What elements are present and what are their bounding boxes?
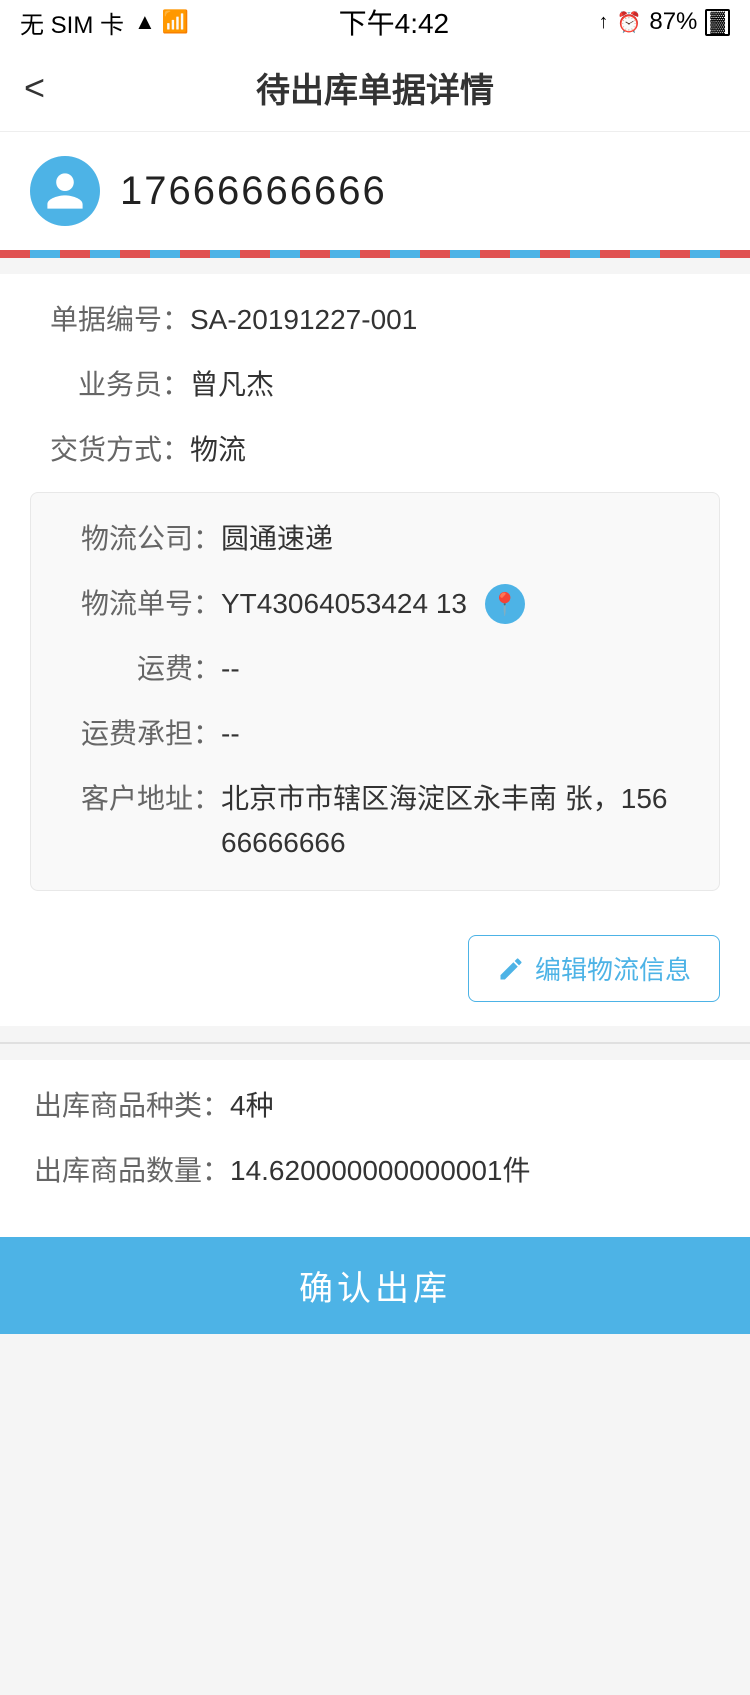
goods-type-value: 4种 — [230, 1084, 720, 1129]
freight-bearer-label: 运费承担： — [61, 712, 221, 757]
freight-value: -- — [221, 647, 689, 692]
salesperson-row: 业务员： 曾凡杰 — [30, 363, 720, 408]
logistics-tracking-label: 物流单号： — [61, 582, 221, 627]
goods-type-label: 出库商品种类： — [30, 1084, 230, 1129]
logistics-company-value: 圆通速递 — [221, 517, 689, 562]
freight-bearer-value: -- — [221, 712, 689, 757]
location-icon: ↑ — [598, 11, 608, 34]
alarm-icon: ⏰ — [616, 10, 641, 35]
goods-qty-row: 出库商品数量： 14.620000000000001件 — [30, 1149, 720, 1194]
doc-number-row: 单据编号： SA-20191227-001 — [30, 298, 720, 343]
freight-row: 运费： -- — [61, 647, 689, 692]
user-phone: 17666666666 — [120, 169, 387, 214]
edit-logistics-button[interactable]: 编辑物流信息 — [468, 935, 720, 1002]
avatar — [30, 156, 100, 226]
status-left: 无 SIM 卡 ▲ 📶 — [20, 5, 189, 40]
page-title: 待出库单据详情 — [256, 63, 494, 112]
edit-icon — [497, 955, 525, 983]
logistics-company-row: 物流公司： 圆通速递 — [61, 517, 689, 562]
user-header: 17666666666 — [0, 132, 750, 250]
address-label: 客户地址： — [61, 777, 221, 822]
battery-icon: ▓ — [705, 9, 730, 36]
time-display: 下午4:42 — [339, 2, 450, 42]
logistics-section: 物流公司： 圆通速递 物流单号： YT43064053424 13 运费： --… — [30, 492, 720, 891]
logistics-company-label: 物流公司： — [61, 517, 221, 562]
location-pin-icon[interactable] — [485, 584, 525, 624]
status-right: ↑ ⏰ 87% ▓ — [598, 8, 730, 36]
section-divider — [0, 1042, 750, 1044]
status-bar: 无 SIM 卡 ▲ 📶 下午4:42 ↑ ⏰ 87% ▓ — [0, 0, 750, 44]
goods-qty-label: 出库商品数量： — [30, 1149, 230, 1194]
confirm-button[interactable]: 确认出库 — [24, 1261, 726, 1310]
wifi-icon: ▲ 📶 — [134, 9, 189, 35]
nav-bar: < 待出库单据详情 — [0, 44, 750, 132]
freight-bearer-row: 运费承担： -- — [61, 712, 689, 757]
edit-logistics-area: 编辑物流信息 — [0, 915, 750, 1026]
delivery-label: 交货方式： — [30, 428, 190, 473]
battery-label: 87% — [649, 8, 697, 36]
user-icon — [43, 169, 87, 213]
address-row: 客户地址： 北京市市辖区海淀区永丰南 张，156 66666666 — [61, 777, 689, 867]
sim-label: 无 SIM 卡 — [20, 5, 124, 40]
delivery-row: 交货方式： 物流 — [30, 428, 720, 473]
dashed-divider — [0, 250, 750, 258]
goods-section: 出库商品种类： 4种 出库商品数量： 14.620000000000001件 — [0, 1060, 750, 1218]
logistics-tracking-value: YT43064053424 13 — [221, 582, 689, 627]
address-value: 北京市市辖区海淀区永丰南 张，156 66666666 — [221, 777, 689, 867]
goods-type-row: 出库商品种类： 4种 — [30, 1084, 720, 1129]
delivery-value: 物流 — [190, 428, 720, 473]
freight-label: 运费： — [61, 647, 221, 692]
confirm-area: 确认出库 — [0, 1237, 750, 1334]
salesperson-label: 业务员： — [30, 363, 190, 408]
salesperson-value: 曾凡杰 — [190, 363, 720, 408]
doc-number-value: SA-20191227-001 — [190, 298, 720, 343]
doc-number-label: 单据编号： — [30, 298, 190, 343]
goods-qty-value: 14.620000000000001件 — [230, 1149, 720, 1194]
logistics-tracking-row: 物流单号： YT43064053424 13 — [61, 582, 689, 627]
basic-info-section: 单据编号： SA-20191227-001 业务员： 曾凡杰 交货方式： 物流 … — [0, 274, 750, 915]
back-button[interactable]: < — [24, 67, 45, 109]
gray-spacer — [0, 1315, 750, 1595]
